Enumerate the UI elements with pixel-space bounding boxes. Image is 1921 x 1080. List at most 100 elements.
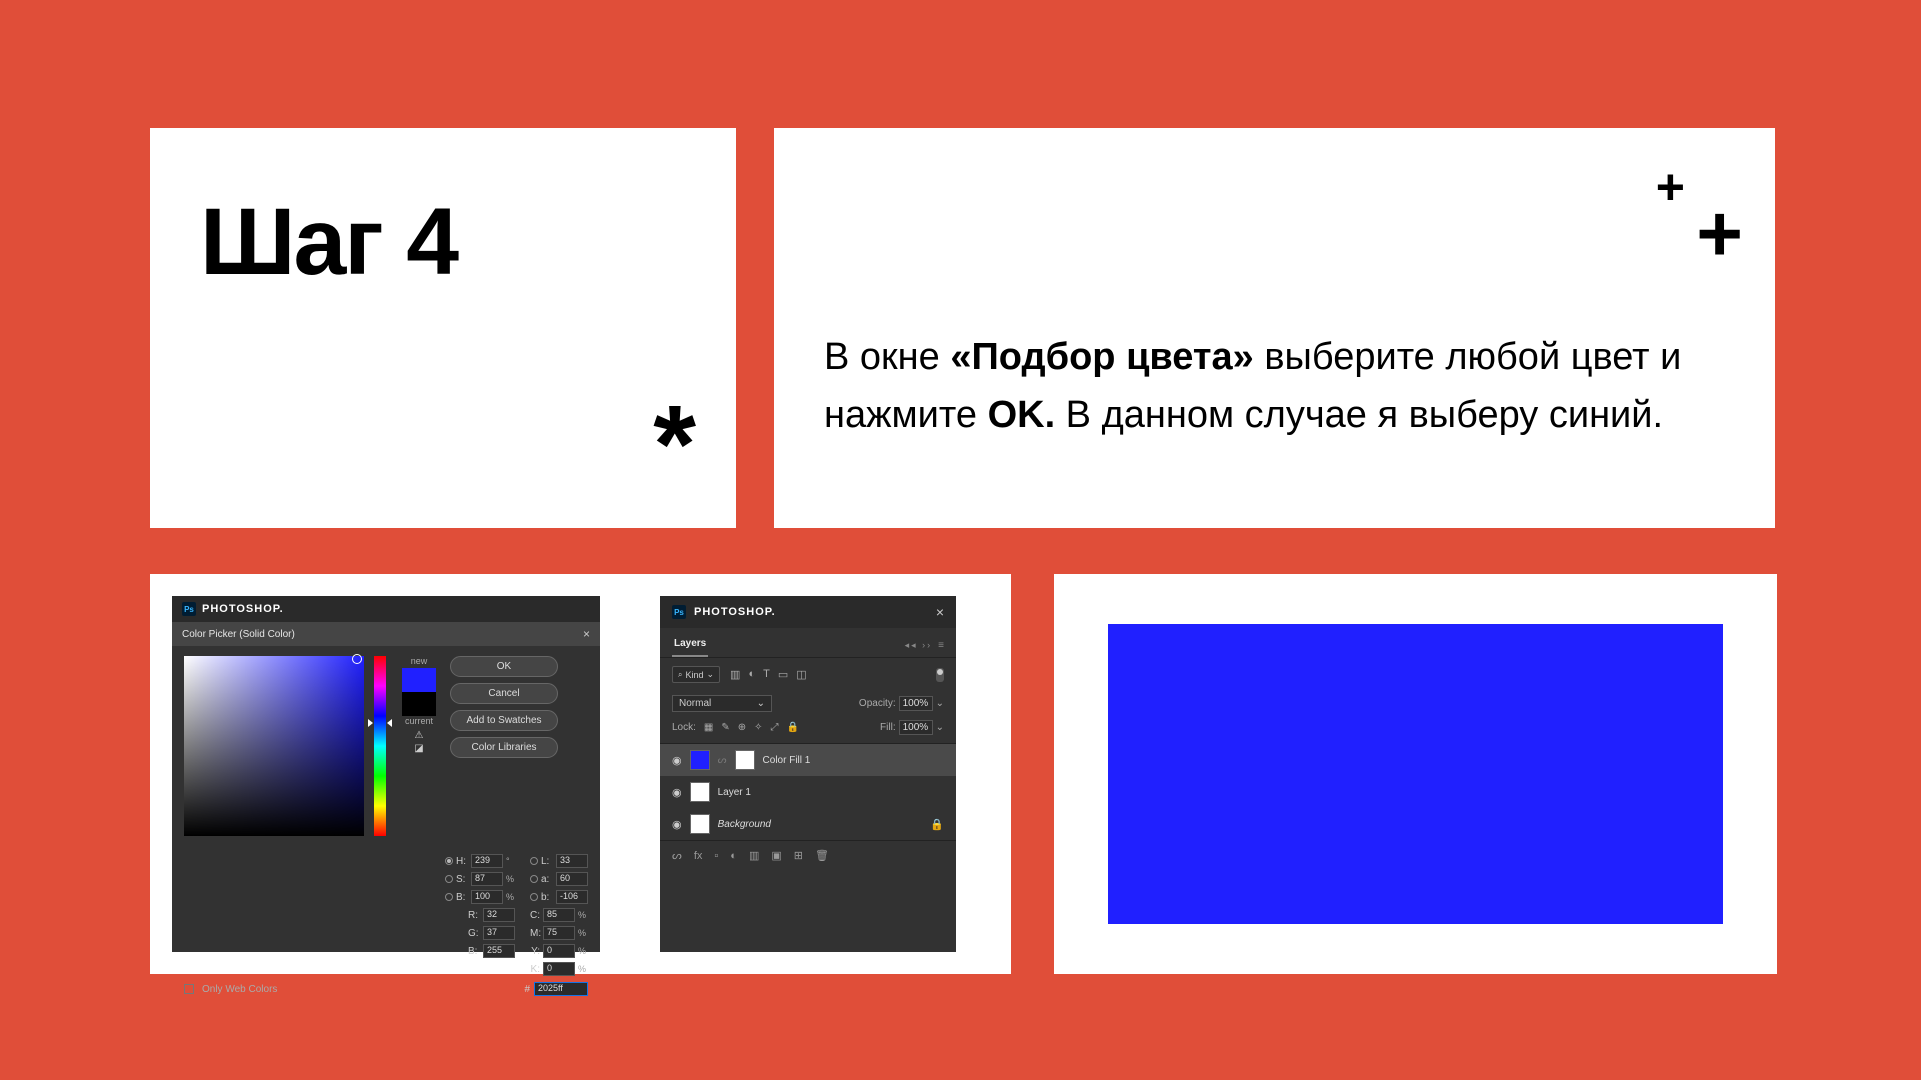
link-icon[interactable]: ᔕ: [718, 755, 727, 766]
layer-name[interactable]: Layer 1: [718, 787, 751, 798]
m-input[interactable]: 75: [543, 926, 575, 940]
tab-layers[interactable]: Layers: [672, 634, 708, 657]
b-radio[interactable]: [530, 893, 538, 901]
new-layer-icon[interactable]: ⊞: [794, 849, 803, 862]
picker-cursor-icon: [352, 654, 362, 664]
visibility-icon[interactable]: ◉: [672, 754, 682, 767]
mask-icon[interactable]: ▫: [714, 850, 718, 862]
a-radio[interactable]: [530, 875, 538, 883]
plus-small-icon: +: [1656, 158, 1685, 216]
y-input[interactable]: 0: [543, 944, 575, 958]
kind-label: Kind: [685, 670, 703, 680]
lock-icon[interactable]: 🔒: [930, 818, 944, 831]
lock-artboard-icon[interactable]: ✧: [754, 722, 762, 733]
ok-button[interactable]: OK: [450, 656, 558, 677]
layers-list: ◉ ᔕ Color Fill 1 ◉ Layer 1 ◉ Background …: [660, 744, 956, 840]
panel-menu-icon[interactable]: ≡: [938, 640, 944, 651]
bv-radio[interactable]: [445, 893, 453, 901]
mask-thumb-icon[interactable]: [735, 750, 755, 770]
k-input[interactable]: 0: [543, 962, 575, 976]
h-radio[interactable]: [445, 857, 453, 865]
layer-name[interactable]: Color Fill 1: [763, 755, 811, 766]
a-input[interactable]: 60: [556, 872, 588, 886]
close-icon[interactable]: ×: [583, 627, 590, 641]
s-input[interactable]: 87: [471, 872, 503, 886]
lock-all-icon[interactable]: 🔒: [787, 722, 799, 733]
cancel-button[interactable]: Cancel: [450, 683, 558, 704]
search-icon: ⌕: [678, 670, 682, 680]
chevron-down-icon[interactable]: ⌄: [936, 722, 944, 733]
layer-name[interactable]: Background: [718, 819, 771, 830]
chevron-down-icon: ⌄: [757, 698, 765, 709]
filter-type-icon[interactable]: T: [763, 668, 770, 681]
lock-pixels-icon[interactable]: ✎: [721, 722, 729, 733]
s-radio[interactable]: [445, 875, 453, 883]
frame-icon[interactable]: ▣: [771, 849, 781, 862]
b-label: b:: [541, 892, 553, 903]
layer-row[interactable]: ◉ Layer 1: [660, 776, 956, 808]
add-swatches-button[interactable]: Add to Swatches: [450, 710, 558, 731]
h-input[interactable]: 239: [471, 854, 503, 868]
l-radio[interactable]: [530, 857, 538, 865]
l-input[interactable]: 33: [556, 854, 588, 868]
lock-nesting-icon[interactable]: ⤢: [771, 722, 779, 733]
link-layers-icon[interactable]: ᔕ: [672, 849, 682, 862]
slide: Шаг 4 * + + В окне «Подбор цвета» выбери…: [0, 0, 1921, 1080]
layer-row[interactable]: ◉ ᔕ Color Fill 1: [660, 744, 956, 776]
bv-input[interactable]: 100: [471, 890, 503, 904]
kind-filter-select[interactable]: ⌕ Kind ⌄: [672, 666, 720, 683]
new-label: new: [411, 656, 428, 666]
opacity-input[interactable]: 100%: [899, 696, 933, 711]
blend-mode-select[interactable]: Normal ⌄: [672, 695, 772, 712]
chevron-down-icon[interactable]: ⌄: [936, 698, 944, 709]
fx-icon[interactable]: fx: [694, 850, 703, 862]
trash-icon[interactable]: 🗑: [815, 849, 829, 862]
filter-smart-icon[interactable]: ◫: [796, 668, 806, 681]
card-step: Шаг 4 *: [150, 128, 736, 528]
g-input[interactable]: 37: [483, 926, 515, 940]
k-label: K:: [530, 964, 540, 975]
bl-input[interactable]: 255: [483, 944, 515, 958]
color-picker-dialog: Ps PHOTOSHOP. Color Picker (Solid Color)…: [172, 596, 600, 952]
only-web-checkbox[interactable]: [184, 984, 194, 994]
filter-adjust-icon[interactable]: ◐: [748, 668, 755, 681]
close-icon[interactable]: ×: [936, 604, 944, 620]
r-input[interactable]: 32: [483, 908, 515, 922]
gamut-warning-icon[interactable]: ⚠: [415, 730, 424, 741]
saturation-brightness-field[interactable]: [184, 656, 364, 836]
lock-position-icon[interactable]: ⊕: [738, 722, 746, 733]
chevron-down-icon: ⌄: [707, 669, 715, 680]
layer-row[interactable]: ◉ Background 🔒: [660, 808, 956, 840]
layer-thumb-icon[interactable]: [690, 750, 710, 770]
hue-slider[interactable]: [374, 656, 386, 836]
layers-panel: Ps PHOTOSHOP. × Layers ◂◂ ›› ≡ ⌕ Kind ⌄ …: [660, 596, 956, 952]
adjustment-icon[interactable]: ◐: [730, 850, 737, 862]
panel-collapse-icon[interactable]: ◂◂ ››: [905, 640, 933, 651]
ps-logo-icon: Ps: [672, 605, 686, 619]
r-label: R:: [468, 910, 480, 921]
y-label: Y:: [530, 946, 540, 957]
group-icon[interactable]: ▥: [749, 849, 759, 862]
color-libraries-button[interactable]: Color Libraries: [450, 737, 558, 758]
filter-shape-icon[interactable]: ▭: [778, 668, 788, 681]
layer-thumb-icon[interactable]: [690, 814, 710, 834]
b-input[interactable]: -106: [556, 890, 588, 904]
g-label: G:: [468, 928, 480, 939]
swatch-new: [402, 668, 436, 692]
filter-icons: ▥ ◐ T ▭ ◫: [730, 668, 807, 681]
layers-header: Ps PHOTOSHOP. ×: [660, 596, 956, 628]
swatch-current: [402, 692, 436, 716]
lock-transparent-icon[interactable]: ▦: [704, 722, 713, 733]
layer-thumb-icon[interactable]: [690, 782, 710, 802]
filter-toggle[interactable]: [936, 668, 944, 682]
visibility-icon[interactable]: ◉: [672, 818, 682, 831]
picker-title-bar[interactable]: Color Picker (Solid Color) ×: [172, 622, 600, 646]
hex-input[interactable]: 2025ff: [534, 982, 588, 996]
visibility-icon[interactable]: ◉: [672, 786, 682, 799]
fill-input[interactable]: 100%: [899, 720, 933, 735]
lock-label: Lock:: [672, 722, 696, 733]
filter-pixel-icon[interactable]: ▥: [730, 668, 740, 681]
websafe-warning-icon[interactable]: ◪: [414, 743, 423, 754]
c-input[interactable]: 85: [543, 908, 575, 922]
opacity-label: Opacity:: [859, 698, 896, 709]
